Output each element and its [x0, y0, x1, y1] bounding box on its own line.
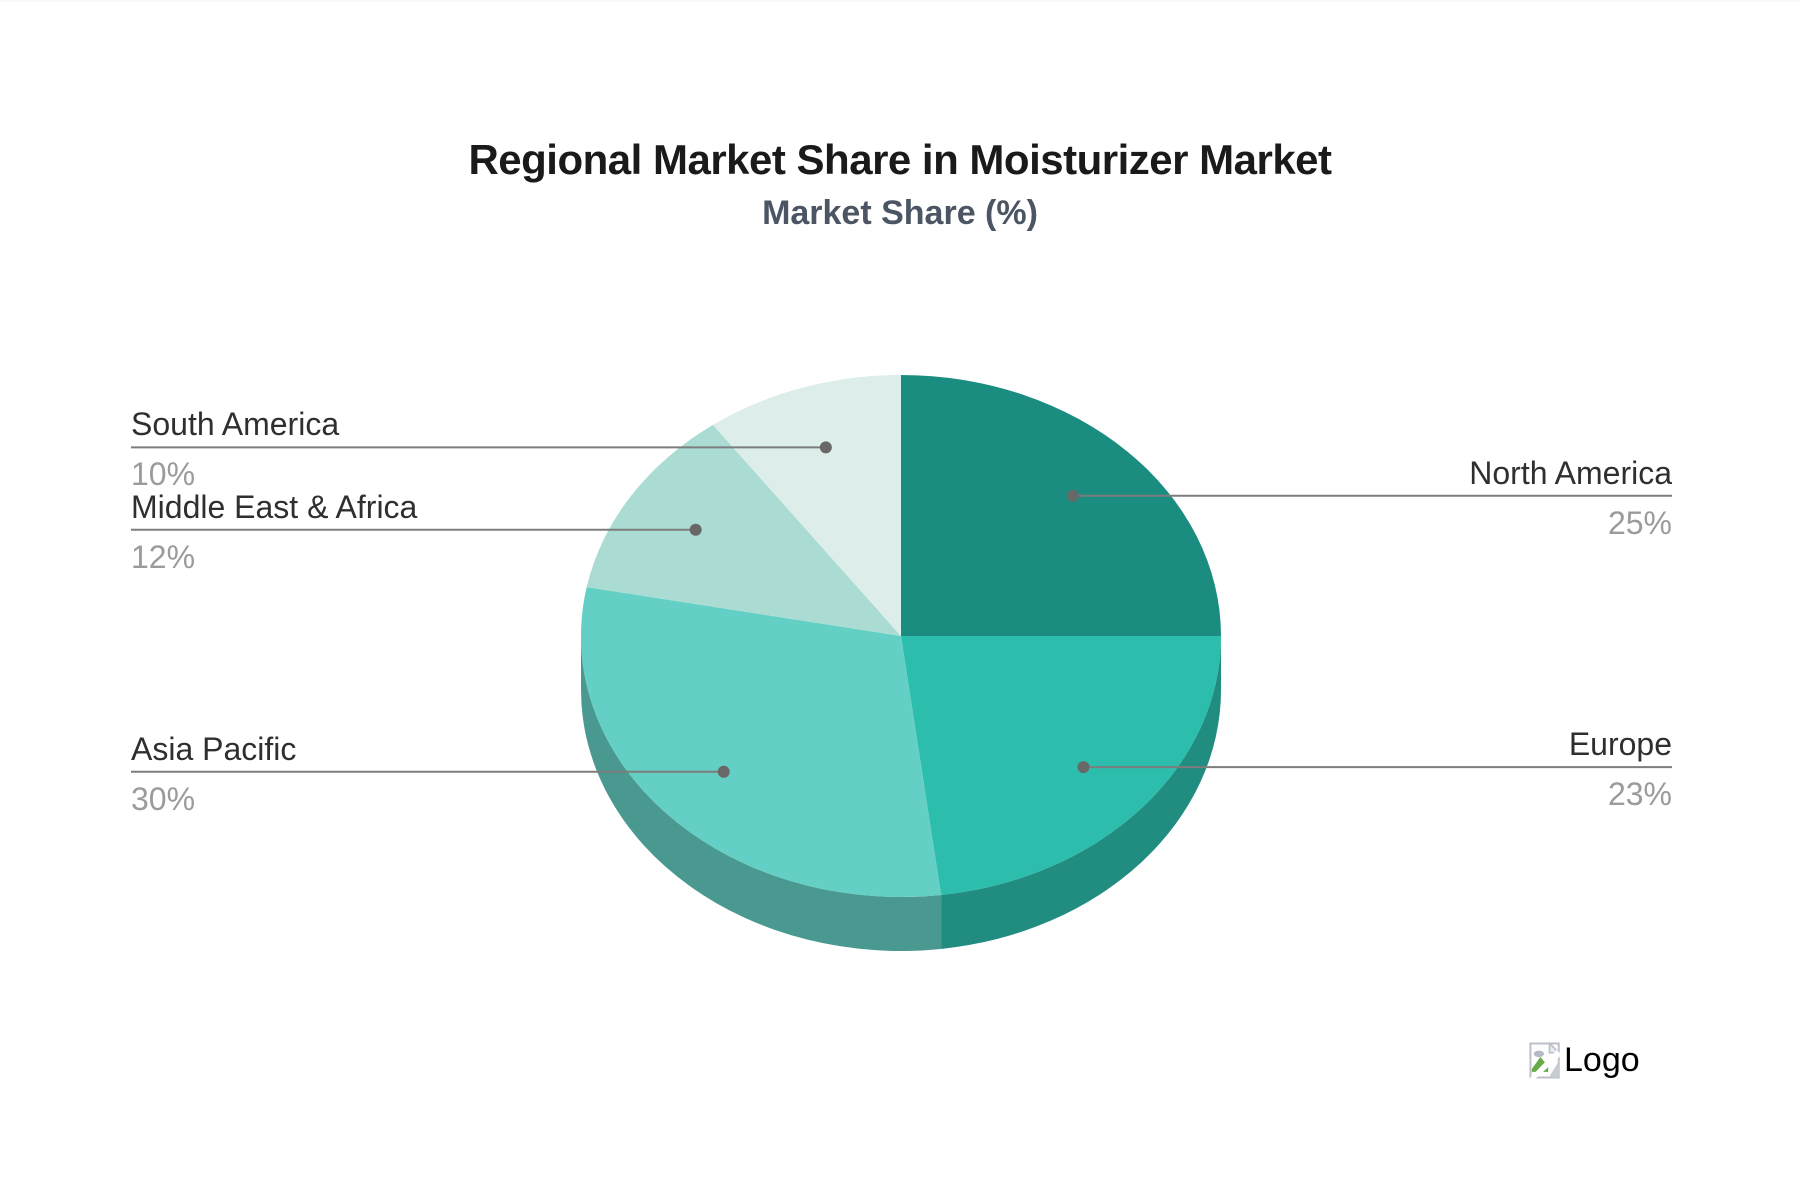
- pie-slice-north-america[interactable]: [901, 375, 1221, 636]
- slice-label-middle-east-africa: Middle East & Africa 12%: [131, 491, 417, 573]
- connector-dot-middle-east-africa: [689, 523, 702, 536]
- slice-label-europe: Europe 23%: [1569, 728, 1672, 810]
- chart-canvas: Regional Market Share in Moisturizer Mar…: [0, 0, 1800, 1198]
- pie-slice-europe[interactable]: [901, 636, 1221, 895]
- logo-alt-text: Logo: [1564, 1041, 1640, 1079]
- slice-percent-text: 25%: [1607, 504, 1672, 541]
- slice-percent-text: 10%: [131, 456, 196, 493]
- slice-percent-text: 12%: [131, 538, 196, 575]
- broken-image-icon: [1529, 1042, 1562, 1080]
- slice-percent-text: 23%: [1607, 776, 1672, 813]
- slice-percent-text: 30%: [131, 780, 196, 817]
- slice-label-text: Asia Pacific: [131, 730, 297, 767]
- connector-dot-north-america: [1066, 489, 1079, 502]
- slice-label-south-america: South America 10%: [131, 408, 339, 490]
- slice-label-asia-pacific: Asia Pacific 30%: [131, 733, 296, 815]
- slice-label-text: South America: [131, 406, 340, 443]
- connector-dot-europe: [1077, 761, 1090, 774]
- connector-dot-asia-pacific: [717, 765, 730, 778]
- logo: Logo: [1529, 1041, 1640, 1080]
- slice-label-text: Middle East & Africa: [131, 488, 418, 525]
- slice-label-north-america: North America 25%: [1469, 457, 1672, 539]
- slice-label-text: North America: [1469, 454, 1672, 491]
- slice-label-text: Europe: [1568, 726, 1672, 763]
- connector-dot-south-america: [819, 441, 832, 454]
- pie-chart: [131, 375, 1672, 952]
